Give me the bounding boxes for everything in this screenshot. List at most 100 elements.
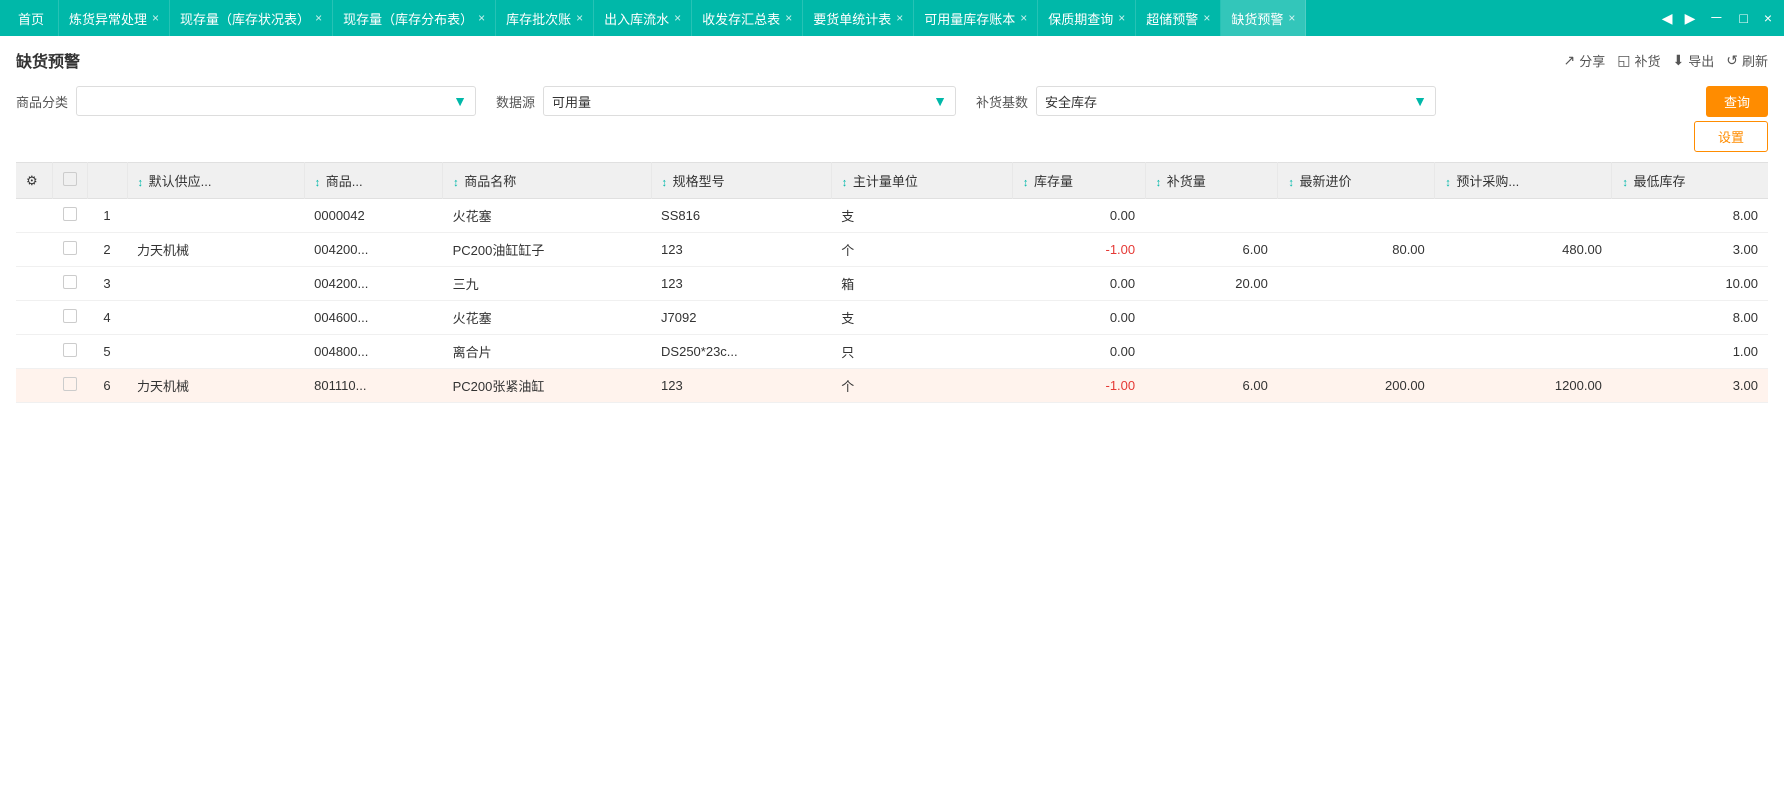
td-check[interactable] <box>52 267 87 301</box>
td-name: 离合片 <box>443 335 651 369</box>
td-code: 0000042 <box>304 199 442 233</box>
maximize-button[interactable]: □ <box>1731 0 1755 36</box>
close-tab-3-icon[interactable]: × <box>478 11 485 25</box>
nav-tab-3[interactable]: 现存量（库存分布表） × <box>333 0 496 36</box>
td-unit: 个 <box>831 369 1012 403</box>
td-idx: 4 <box>87 301 127 335</box>
refresh-action[interactable]: ↺ 刷新 <box>1726 51 1768 70</box>
th-code[interactable]: ↕ 商品... <box>304 163 442 199</box>
close-tab-5-icon[interactable]: × <box>674 11 681 25</box>
td-settings <box>16 301 52 335</box>
td-spec: J7092 <box>651 301 831 335</box>
th-stock-label: 库存量 <box>1034 174 1073 189</box>
td-check[interactable] <box>52 233 87 267</box>
th-settings[interactable]: ⚙ <box>16 163 52 199</box>
td-idx: 1 <box>87 199 127 233</box>
td-stock: -1.00 <box>1012 233 1145 267</box>
td-unit: 个 <box>831 233 1012 267</box>
prev-tab-arrow[interactable]: ◀ <box>1656 0 1679 36</box>
close-tab-9-icon[interactable]: × <box>1118 11 1125 25</box>
nav-tab-2[interactable]: 现存量（库存状况表） × <box>170 0 333 36</box>
th-replenish-label: 补货量 <box>1167 174 1206 189</box>
nav-home[interactable]: 首页 <box>4 0 59 36</box>
close-tab-8-icon[interactable]: × <box>1020 11 1027 25</box>
nav-tab-6[interactable]: 收发存汇总表 × <box>692 0 803 36</box>
replenish-base-select[interactable]: 安全库存 ▼ <box>1036 86 1436 116</box>
td-idx: 6 <box>87 369 127 403</box>
table-row[interactable]: 2 力天机械 004200... PC200油缸缸子 123 个 -1.00 6… <box>16 233 1768 267</box>
row-checkbox[interactable] <box>63 309 77 323</box>
close-button[interactable]: × <box>1756 0 1780 36</box>
close-tab-1-icon[interactable]: × <box>152 11 159 25</box>
th-supplier[interactable]: ↕ 默认供应... <box>127 163 304 199</box>
td-check[interactable] <box>52 301 87 335</box>
close-tab-11-icon[interactable]: × <box>1288 11 1295 25</box>
share-action[interactable]: ↗ 分享 <box>1564 51 1606 70</box>
td-spec: 123 <box>651 369 831 403</box>
nav-tab-2-label: 现存量（库存状况表） <box>180 9 310 28</box>
th-idx <box>87 163 127 199</box>
nav-tab-9[interactable]: 保质期查询 × <box>1038 0 1136 36</box>
table-row[interactable]: 1 0000042 火花塞 SS816 支 0.00 8.00 <box>16 199 1768 233</box>
nav-tab-10[interactable]: 超储预警 × <box>1136 0 1221 36</box>
row-checkbox[interactable] <box>63 207 77 221</box>
nav-tab-4[interactable]: 库存批次账 × <box>496 0 594 36</box>
nav-tab-11[interactable]: 缺货预警 × <box>1221 0 1306 36</box>
nav-tab-7[interactable]: 要货单统计表 × <box>803 0 914 36</box>
td-unit: 支 <box>831 199 1012 233</box>
td-settings <box>16 369 52 403</box>
th-spec[interactable]: ↕ 规格型号 <box>651 163 831 199</box>
th-name[interactable]: ↕ 商品名称 <box>443 163 651 199</box>
category-select[interactable]: ▼ <box>76 86 476 116</box>
table-row[interactable]: 5 004800... 离合片 DS250*23c... 只 0.00 1.00 <box>16 335 1768 369</box>
td-spec: SS816 <box>651 199 831 233</box>
th-min-stock[interactable]: ↕ 最低库存 <box>1612 163 1768 199</box>
sort-replenish-icon: ↕ <box>1156 177 1162 189</box>
table-row[interactable]: 6 力天机械 801110... PC200张紧油缸 123 个 -1.00 6… <box>16 369 1768 403</box>
table-row[interactable]: 4 004600... 火花塞 J7092 支 0.00 8.00 <box>16 301 1768 335</box>
filter-buttons: 查询 设置 <box>1694 86 1768 152</box>
export-action[interactable]: ⬇ 导出 <box>1673 51 1715 70</box>
sort-latest-price-icon: ↕ <box>1288 177 1294 189</box>
next-tab-arrow[interactable]: ▶ <box>1679 0 1702 36</box>
row-checkbox[interactable] <box>63 275 77 289</box>
close-tab-4-icon[interactable]: × <box>576 11 583 25</box>
close-tab-2-icon[interactable]: × <box>315 11 322 25</box>
nav-tab-1[interactable]: 炼货异常处理 × <box>59 0 170 36</box>
td-spec: DS250*23c... <box>651 335 831 369</box>
td-check[interactable] <box>52 369 87 403</box>
th-check[interactable] <box>52 163 87 199</box>
th-latest-price[interactable]: ↕ 最新进价 <box>1278 163 1435 199</box>
row-checkbox[interactable] <box>63 241 77 255</box>
export-label: 导出 <box>1688 51 1714 70</box>
th-unit[interactable]: ↕ 主计量单位 <box>831 163 1012 199</box>
settings-button[interactable]: 设置 <box>1694 121 1768 152</box>
td-check[interactable] <box>52 199 87 233</box>
th-estimated-purchase[interactable]: ↕ 预计采购... <box>1435 163 1612 199</box>
td-supplier: 力天机械 <box>127 233 304 267</box>
replenish-action[interactable]: ◱ 补货 <box>1617 51 1660 70</box>
th-stock[interactable]: ↕ 库存量 <box>1012 163 1145 199</box>
nav-tab-8[interactable]: 可用量库存账本 × <box>914 0 1038 36</box>
table-row[interactable]: 3 004200... 三九 123 箱 0.00 20.00 10.00 <box>16 267 1768 301</box>
datasource-select[interactable]: 可用量 ▼ <box>543 86 956 116</box>
td-stock: 0.00 <box>1012 335 1145 369</box>
select-all-checkbox[interactable] <box>63 172 77 186</box>
nav-tab-5[interactable]: 出入库流水 × <box>594 0 692 36</box>
sort-name-icon: ↕ <box>453 177 459 189</box>
close-tab-7-icon[interactable]: × <box>896 11 903 25</box>
query-button[interactable]: 查询 <box>1706 86 1768 117</box>
td-check[interactable] <box>52 335 87 369</box>
td-latest-price <box>1278 199 1435 233</box>
minimize-button[interactable]: － <box>1701 0 1731 36</box>
close-tab-10-icon[interactable]: × <box>1203 11 1210 25</box>
row-checkbox[interactable] <box>63 377 77 391</box>
row-checkbox[interactable] <box>63 343 77 357</box>
close-tab-6-icon[interactable]: × <box>785 11 792 25</box>
th-estimated-purchase-label: 预计采购... <box>1456 174 1519 189</box>
th-replenish[interactable]: ↕ 补货量 <box>1145 163 1278 199</box>
td-unit: 箱 <box>831 267 1012 301</box>
data-table: ⚙ ↕ 默认供应... ↕ 商品... ↕ 商品名称 <box>16 162 1768 403</box>
nav-tab-3-label: 现存量（库存分布表） <box>343 9 473 28</box>
nav-tab-6-label: 收发存汇总表 <box>702 9 780 28</box>
